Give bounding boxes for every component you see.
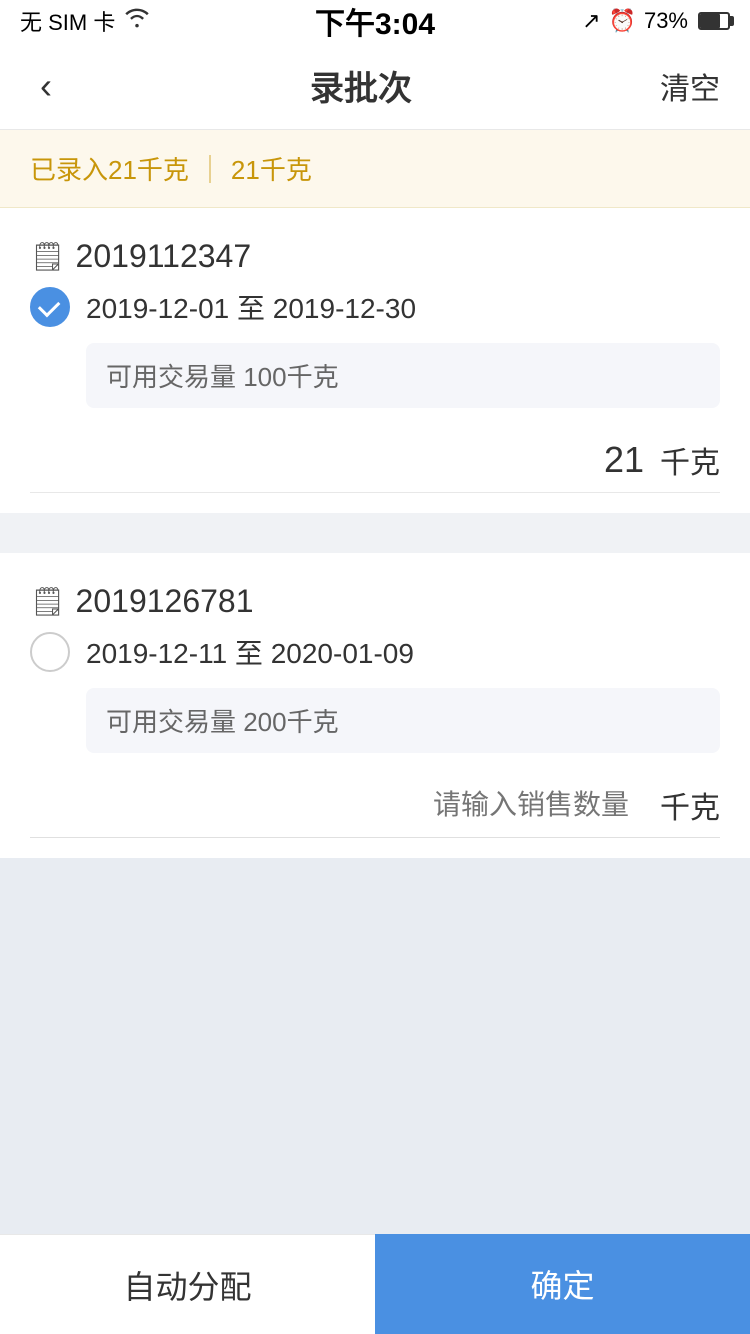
clear-button[interactable]: 清空 <box>660 64 720 108</box>
batch-icon-1: 🗒 <box>30 240 66 273</box>
alarm-icon: ⏰ <box>609 8 636 34</box>
status-bar: 无 SIM 卡 下午3:04 ↗ ⏰ 73% <box>0 0 750 42</box>
batch-id-2: 2019126781 <box>76 583 254 620</box>
batch-id-1: 2019112347 <box>76 238 252 275</box>
batch-header-2: 🗒 2019126781 <box>30 583 720 620</box>
radio-1[interactable] <box>30 287 70 327</box>
radio-2[interactable] <box>30 632 70 672</box>
auto-distribute-button[interactable]: 自动分配 <box>0 1234 375 1334</box>
carrier-label: 无 SIM 卡 <box>20 5 115 37</box>
spacer-1 <box>0 513 750 533</box>
nav-bar: ‹ 录批次 清空 <box>0 42 750 130</box>
batch-date-2: 2019-12-11 至 2020-01-09 <box>86 632 414 672</box>
content-wrapper: 🗒 2019112347 2019-12-01 至 2019-12-30 可用交… <box>0 208 750 1312</box>
info-banner: 已录入21千克 21千克 <box>0 130 750 208</box>
batch-avail-2: 可用交易量 200千克 <box>86 688 720 753</box>
batch-date-row-1: 2019-12-01 至 2019-12-30 <box>30 287 720 327</box>
bottom-bar: 自动分配 确定 <box>0 1234 750 1334</box>
quantity-input-2[interactable] <box>304 789 644 821</box>
batch-amount-unit-1: 千克 <box>660 438 720 482</box>
batch-item-2: 🗒 2019126781 2019-12-11 至 2020-01-09 可用交… <box>0 553 750 858</box>
batch-amount-value-1: 21 <box>604 439 644 481</box>
status-right: ↗ ⏰ 73% <box>582 8 730 34</box>
info-value: 21千克 <box>231 150 312 187</box>
wifi-icon <box>123 8 151 34</box>
confirm-button[interactable]: 确定 <box>375 1234 750 1334</box>
input-row-2: 千克 <box>30 773 720 838</box>
status-time: 下午3:04 <box>315 0 435 43</box>
back-button[interactable]: ‹ <box>30 55 62 117</box>
battery-label: 73% <box>644 8 688 34</box>
info-label: 已录入21千克 <box>30 150 189 187</box>
batch-date-1: 2019-12-01 至 2019-12-30 <box>86 287 416 327</box>
batch-header-1: 🗒 2019112347 <box>30 238 720 275</box>
batch-item-1: 🗒 2019112347 2019-12-01 至 2019-12-30 可用交… <box>0 208 750 513</box>
batch-amount-row-1: 21 千克 <box>30 428 720 493</box>
status-left: 无 SIM 卡 <box>20 5 151 37</box>
battery-icon <box>698 12 730 30</box>
location-icon: ↗ <box>582 8 600 34</box>
batch-icon-2: 🗒 <box>30 585 66 618</box>
input-unit-2: 千克 <box>660 783 720 827</box>
info-divider <box>209 155 211 183</box>
batch-avail-1: 可用交易量 100千克 <box>86 343 720 408</box>
batch-date-row-2: 2019-12-11 至 2020-01-09 <box>30 632 720 672</box>
page-title: 录批次 <box>310 61 412 110</box>
